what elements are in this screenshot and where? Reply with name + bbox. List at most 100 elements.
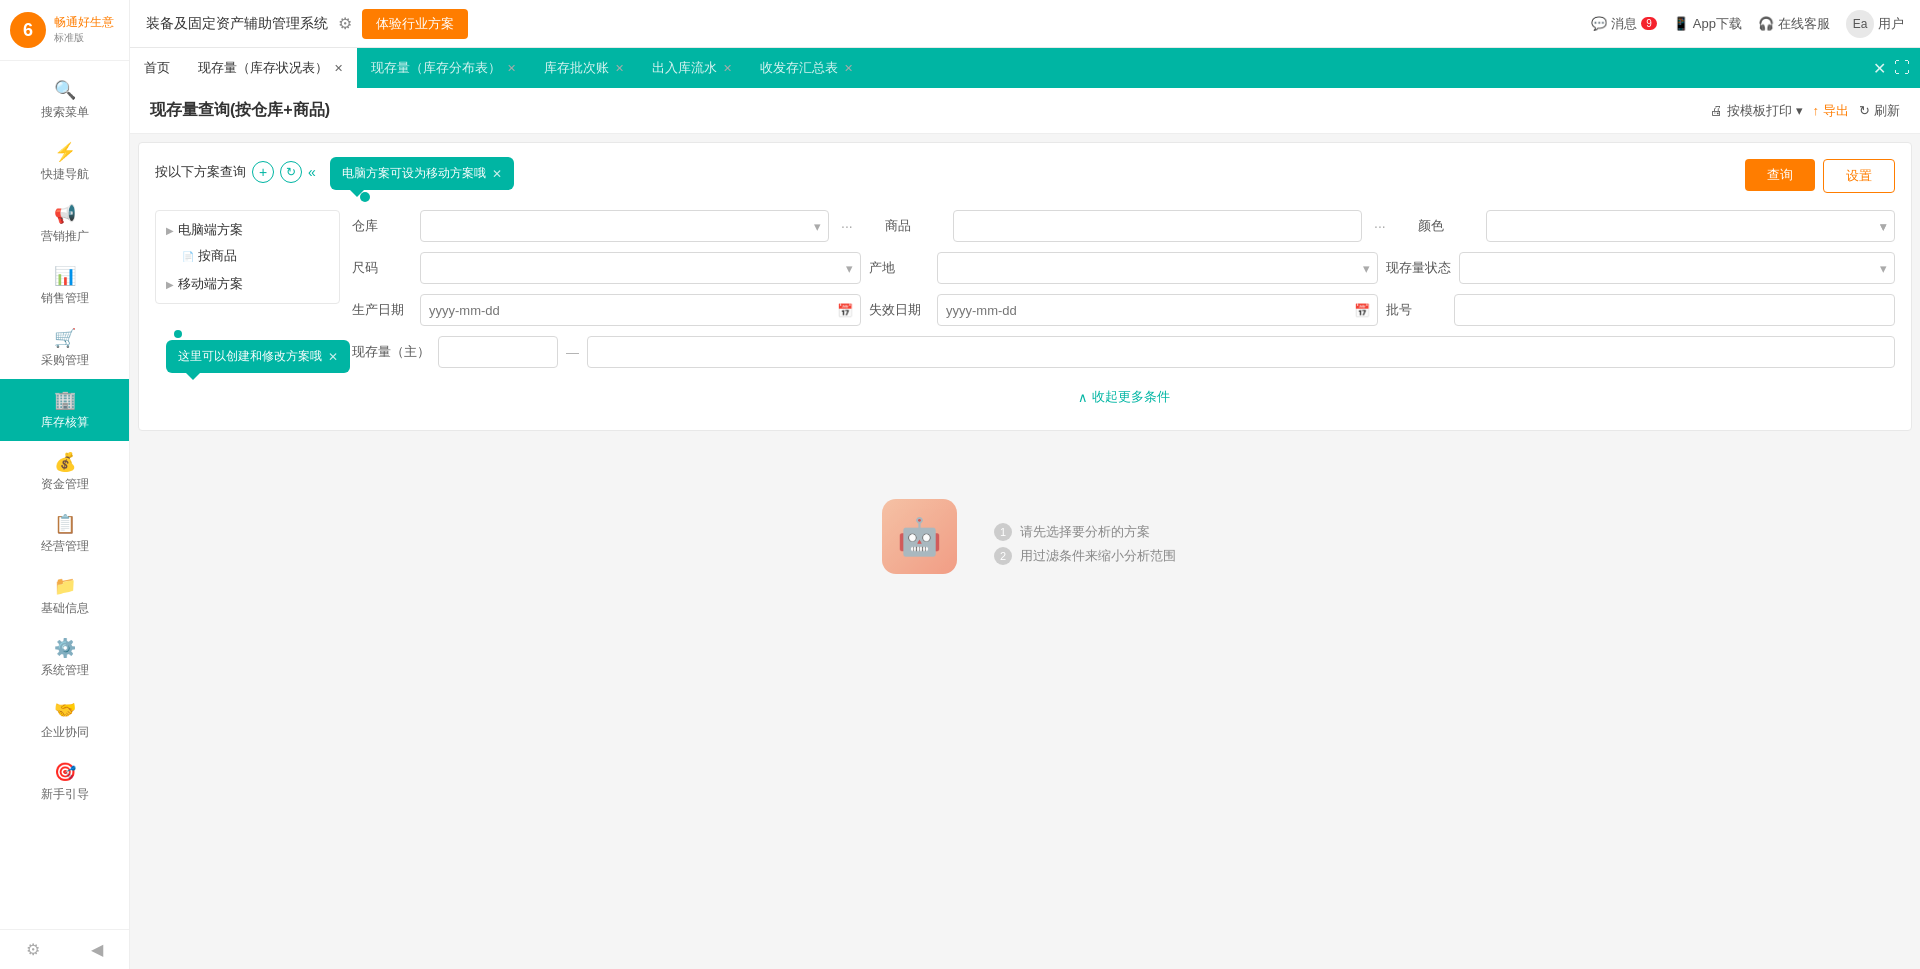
settings-bottom-btn[interactable]: ⚙	[26, 940, 40, 959]
search-icon: 🔍	[54, 79, 76, 101]
sidebar-logo: 6 畅通好生意 标准版	[0, 0, 129, 61]
tab-close-collect[interactable]: ✕	[844, 62, 853, 75]
tab-batch[interactable]: 库存批次账 ✕	[530, 48, 638, 88]
tabbar-end: ✕ ⛶	[1873, 59, 1920, 78]
filter-label: 按以下方案查询	[155, 163, 246, 181]
empty-tip-1: 1 请先选择要分析的方案	[994, 523, 1176, 541]
reset-btn[interactable]: 设置	[1823, 159, 1895, 193]
filter-arrow-btn[interactable]: «	[308, 164, 316, 180]
collapse-bar[interactable]: ∧ 收起更多条件	[352, 378, 1895, 416]
sidebar-item-inventory[interactable]: 🏢 库存核算	[0, 379, 129, 441]
sidebar-item-label: 搜索菜单	[41, 104, 89, 121]
empty-tips: 1 请先选择要分析的方案 2 用过滤条件来缩小分析范围	[994, 523, 1176, 565]
create-tooltip-close-btn[interactable]: ✕	[328, 350, 338, 364]
tab-inventory-status[interactable]: 现存量（库存状况表） ✕	[184, 48, 357, 88]
sidebar-item-label: 营销推广	[41, 228, 89, 245]
message-btn[interactable]: 💬 消息 9	[1591, 15, 1657, 33]
sidebar-item-search[interactable]: 🔍 搜索菜单	[0, 69, 129, 131]
collab-icon: 🤝	[54, 699, 76, 721]
filter-add-btn[interactable]: +	[252, 161, 274, 183]
sales-icon: 📊	[54, 265, 76, 287]
quick-icon: ⚡	[54, 141, 76, 163]
tab-collect[interactable]: 收发存汇总表 ✕	[746, 48, 867, 88]
stock-main-to[interactable]	[587, 336, 1895, 368]
page-header: 现存量查询(按仓库+商品) 🖨 按模板打印 ▾ ↑ 导出 ↻ 刷新	[130, 88, 1920, 134]
headset-icon: 🎧	[1758, 16, 1774, 31]
size-field: 尺码 ▾	[352, 252, 861, 284]
empty-tip-2: 2 用过滤条件来缩小分析范围	[994, 547, 1176, 565]
origin-input[interactable]	[937, 252, 1378, 284]
phone-icon: 📱	[1673, 16, 1689, 31]
goods-input[interactable]	[953, 210, 1362, 242]
tooltip-close-btn[interactable]: ✕	[492, 167, 502, 181]
tab-close-inventory-dist[interactable]: ✕	[507, 62, 516, 75]
refresh-btn[interactable]: ↻ 刷新	[1859, 102, 1900, 120]
export-btn[interactable]: ↑ 导出	[1813, 102, 1850, 120]
close-all-btn[interactable]: ✕	[1873, 59, 1886, 78]
color-field: 颜色 ▾	[1418, 210, 1895, 242]
sidebar-item-label: 资金管理	[41, 476, 89, 493]
online-support-btn[interactable]: 🎧 在线客服	[1758, 15, 1830, 33]
sidebar-item-marketing[interactable]: 📢 营销推广	[0, 193, 129, 255]
sidebar-item-collab[interactable]: 🤝 企业协同	[0, 689, 129, 751]
tab-close-batch[interactable]: ✕	[615, 62, 624, 75]
warehouse-input[interactable]	[420, 210, 829, 242]
print-btn[interactable]: 🖨 按模板打印 ▾	[1710, 102, 1803, 120]
topbar-settings-icon[interactable]: ⚙	[338, 14, 352, 33]
warehouse-more-btn[interactable]: ···	[837, 218, 877, 234]
sidebar-item-label: 销售管理	[41, 290, 89, 307]
search-btn[interactable]: 查询	[1745, 159, 1815, 191]
size-input[interactable]	[420, 252, 861, 284]
sidebar-item-purchase[interactable]: 🛒 采购管理	[0, 317, 129, 379]
sidebar-item-finance[interactable]: 💰 资金管理	[0, 441, 129, 503]
sidebar-item-sales[interactable]: 📊 销售管理	[0, 255, 129, 317]
expand-btn[interactable]: ⛶	[1894, 59, 1910, 77]
goods-more-btn[interactable]: ···	[1370, 218, 1410, 234]
expire-date-input[interactable]	[937, 294, 1378, 326]
sidebar: 6 畅通好生意 标准版 🔍 搜索菜单 ⚡ 快捷导航 📢 营销推广 📊 销售管理 …	[0, 0, 130, 969]
tab-close-inventory-status[interactable]: ✕	[334, 62, 343, 75]
guide-icon: 🎯	[54, 761, 76, 783]
tab-inout[interactable]: 出入库流水 ✕	[638, 48, 746, 88]
sidebar-item-base[interactable]: 📁 基础信息	[0, 565, 129, 627]
sidebar-item-system[interactable]: ⚙️ 系统管理	[0, 627, 129, 689]
sidebar-item-guide[interactable]: 🎯 新手引导	[0, 751, 129, 813]
produce-date-input[interactable]	[420, 294, 861, 326]
sidebar-item-label: 库存核算	[41, 414, 89, 431]
expire-date-icon[interactable]: 📅	[1354, 303, 1370, 318]
tab-close-inout[interactable]: ✕	[723, 62, 732, 75]
desktop-scheme-group[interactable]: ▶ 电脑端方案	[156, 217, 339, 243]
sidebar-item-label: 企业协同	[41, 724, 89, 741]
origin-field: 产地 ▾	[869, 252, 1378, 284]
sidebar-item-quick[interactable]: ⚡ 快捷导航	[0, 131, 129, 193]
sidebar-item-operation[interactable]: 📋 经营管理	[0, 503, 129, 565]
system-name: 装备及固定资产辅助管理系统	[146, 15, 328, 33]
inventory-icon: 🏢	[54, 389, 76, 411]
logo-icon: 6	[10, 12, 46, 48]
produce-date-icon[interactable]: 📅	[837, 303, 853, 318]
industry-btn[interactable]: 体验行业方案	[362, 9, 468, 39]
filter-refresh-btn[interactable]: ↻	[280, 161, 302, 183]
stock-main-from[interactable]	[438, 336, 558, 368]
tab-home[interactable]: 首页	[130, 48, 184, 88]
batch-no-input[interactable]	[1454, 294, 1895, 326]
stock-status-field: 现存量状态 ▾	[1386, 252, 1895, 284]
sidebar-nav: 🔍 搜索菜单 ⚡ 快捷导航 📢 营销推广 📊 销售管理 🛒 采购管理 🏢 库存核…	[0, 61, 129, 929]
warehouse-field: 仓库	[352, 210, 829, 242]
stock-main-field: 现存量（主）	[352, 336, 558, 368]
sidebar-bottom: ⚙ ◀	[0, 929, 129, 969]
user-menu-btn[interactable]: Ea 用户	[1846, 10, 1904, 38]
message-icon: 💬	[1591, 16, 1607, 31]
mobile-scheme-group[interactable]: ▶ 移动端方案	[156, 271, 339, 297]
color-input[interactable]	[1486, 210, 1895, 242]
create-scheme-tooltip: 这里可以创建和修改方案哦 ✕	[166, 340, 350, 373]
finance-icon: 💰	[54, 451, 76, 473]
scheme-item-goods[interactable]: 📄 按商品	[156, 243, 339, 269]
collapse-sidebar-btn[interactable]: ◀	[91, 940, 103, 959]
sidebar-item-label: 快捷导航	[41, 166, 89, 183]
produce-date-field: 生产日期 📅	[352, 294, 861, 326]
scheme-tooltip: 电脑方案可设为移动方案哦 ✕	[330, 157, 514, 190]
tab-inventory-dist[interactable]: 现存量（库存分布表） ✕	[357, 48, 530, 88]
stock-status-input[interactable]	[1459, 252, 1895, 284]
app-download-btn[interactable]: 📱 App下载	[1673, 15, 1742, 33]
